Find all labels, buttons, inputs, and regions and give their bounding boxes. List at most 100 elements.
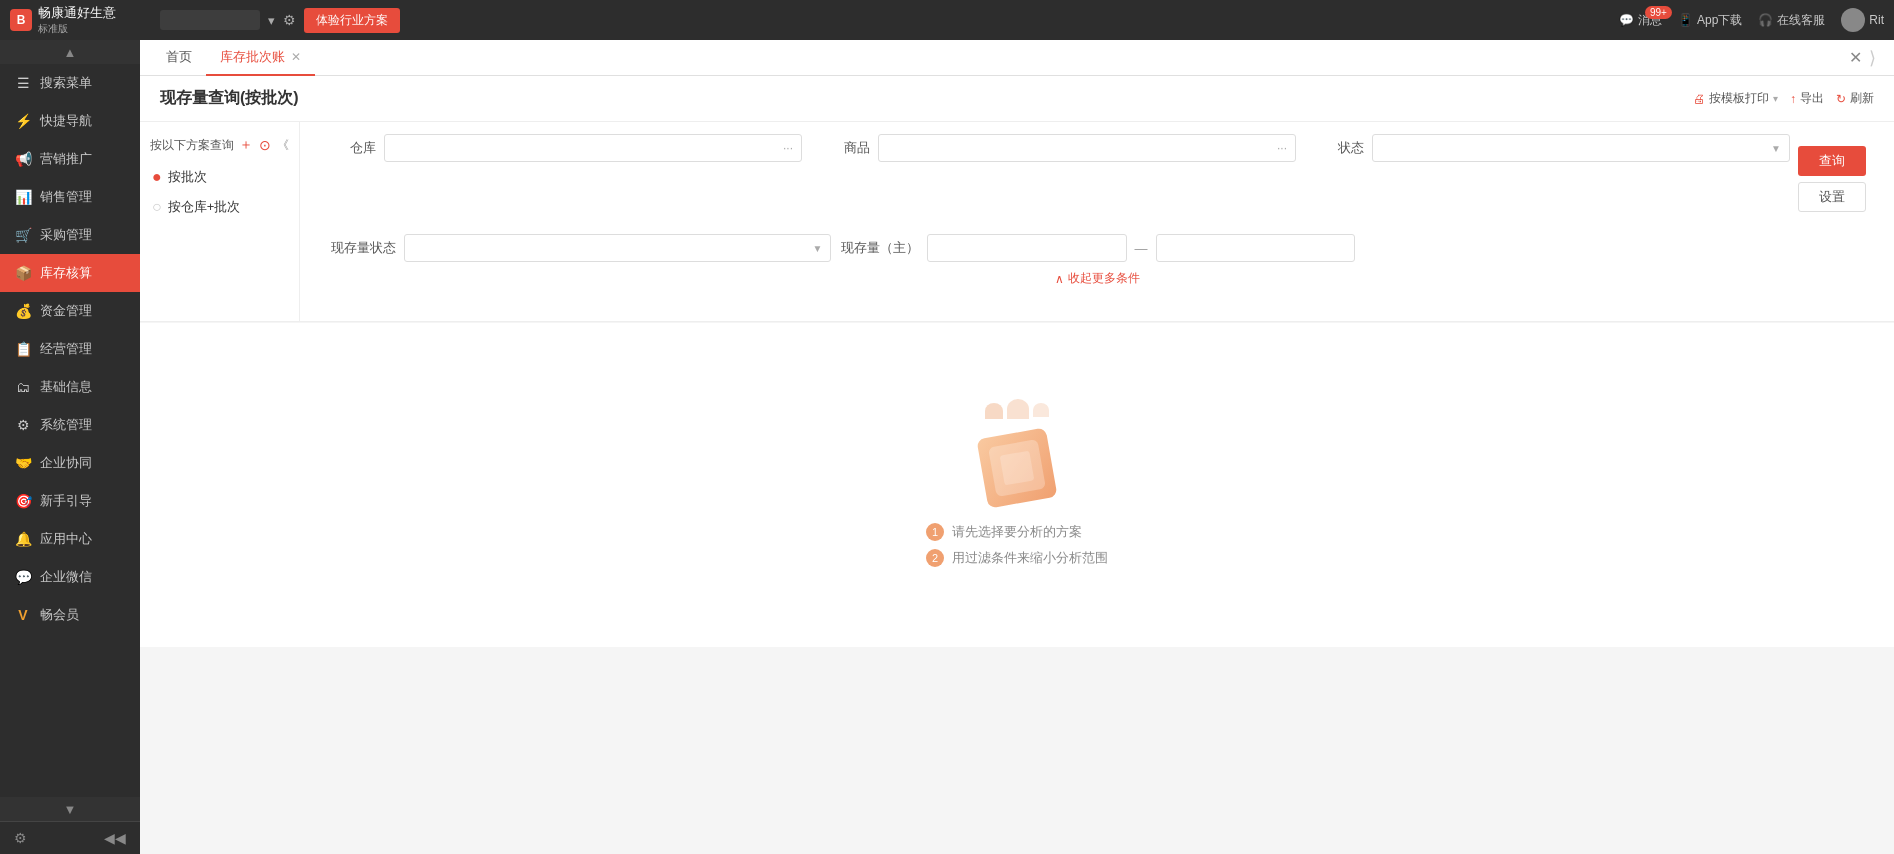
scheme-settings-icon[interactable]: ⊙	[259, 137, 271, 153]
sidebar-label-purchase: 采购管理	[40, 226, 92, 244]
collapse-filters-button[interactable]: ∧ 收起更多条件	[316, 270, 1878, 287]
status-input[interactable]: ▼	[1372, 134, 1790, 162]
refresh-button[interactable]: ↻ 刷新	[1836, 90, 1874, 107]
scheme-warehouse-batch-label: 按仓库+批次	[168, 198, 241, 216]
empty-hint-2: 2 用过滤条件来缩小分析范围	[926, 549, 1108, 567]
print-label: 按模板打印	[1709, 90, 1769, 107]
export-icon: ↑	[1790, 92, 1796, 106]
scheme-item-warehouse-batch[interactable]: ○ 按仓库+批次	[140, 192, 299, 222]
goods-filter: 商品 ···	[810, 134, 1296, 162]
settings-gear-icon[interactable]: ⚙	[283, 12, 296, 28]
collapse-label: 收起更多条件	[1068, 270, 1140, 287]
tab-area-close-icon[interactable]: ✕	[1849, 48, 1862, 67]
sidebar-item-quicknav[interactable]: ⚡ 快捷导航	[0, 102, 140, 140]
sidebar-label-marketing: 营销推广	[40, 150, 92, 168]
sidebar-label-wechat: 企业微信	[40, 568, 92, 586]
sidebar-label-basic: 基础信息	[40, 378, 92, 396]
sidebar-item-inventory[interactable]: 📦 库存核算	[0, 254, 140, 292]
print-icon: 🖨	[1693, 92, 1705, 106]
scheme-add-icon[interactable]: ＋	[239, 136, 253, 154]
tab-home[interactable]: 首页	[152, 40, 206, 76]
message-icon: 💬	[1619, 13, 1634, 27]
online-service-button[interactable]: 🎧 在线客服	[1758, 12, 1825, 29]
sidebar-scroll-up[interactable]: ▲	[0, 40, 140, 64]
smoke-icon	[985, 403, 1049, 419]
avatar	[1841, 8, 1865, 32]
stock-main-separator: —	[1135, 241, 1148, 256]
sidebar-menu: ☰ 搜索菜单 ⚡ 快捷导航 📢 营销推广 📊 销售管理 🛒 采购管理 📦 库	[0, 64, 140, 797]
scheme-panel-header: 按以下方案查询 ＋ ⊙ 《	[140, 132, 299, 162]
scheme-batch-label: 按批次	[168, 168, 207, 186]
sidebar-item-guide[interactable]: 🎯 新手引导	[0, 482, 140, 520]
sidebar-settings-icon[interactable]: ⚙	[14, 830, 27, 846]
stock-status-input[interactable]: ▼	[404, 234, 831, 262]
username-label: Rit	[1869, 13, 1884, 27]
sidebar-item-search[interactable]: ☰ 搜索菜单	[0, 64, 140, 102]
refresh-label: 刷新	[1850, 90, 1874, 107]
sidebar-bottom: ⚙ ◀◀	[0, 821, 140, 854]
app-download-button[interactable]: 📱 App下载	[1678, 12, 1742, 29]
scheme-item-batch[interactable]: ● 按批次	[140, 162, 299, 192]
sidebar-collapse-icon[interactable]: ◀◀	[104, 830, 126, 846]
breadcrumb-dropdown-icon[interactable]: ▾	[268, 13, 275, 28]
sidebar-item-marketing[interactable]: 📢 营销推广	[0, 140, 140, 178]
filter-row-1: 仓库 ··· 商品 ···	[316, 134, 1878, 224]
breadcrumb-input[interactable]	[160, 10, 260, 30]
sidebar-label-search: 搜索菜单	[40, 74, 92, 92]
stock-main-filter: 现存量（主） —	[839, 234, 1354, 262]
status-filter: 状态 ▼	[1304, 134, 1790, 162]
scheme-collapse-icon[interactable]: 《	[277, 137, 289, 154]
sidebar-item-sales[interactable]: 📊 销售管理	[0, 178, 140, 216]
sidebar: ▲ ☰ 搜索菜单 ⚡ 快捷导航 📢 营销推广 📊 销售管理 🛒 采购管理	[0, 40, 140, 854]
sidebar-label-guide: 新手引导	[40, 492, 92, 510]
message-button[interactable]: 💬 消息 99+	[1619, 12, 1662, 29]
online-service-label: 在线客服	[1777, 12, 1825, 29]
hint-text-1: 请先选择要分析的方案	[952, 523, 1082, 541]
sidebar-item-appstore[interactable]: 🔔 应用中心	[0, 520, 140, 558]
sidebar-item-member[interactable]: V 畅会员	[0, 596, 140, 634]
sidebar-label-inventory: 库存核算	[40, 264, 92, 282]
tab-inventory-batch-close-icon[interactable]: ✕	[291, 50, 301, 64]
sidebar-label-operations: 经营管理	[40, 340, 92, 358]
system-icon: ⚙	[14, 416, 32, 434]
stock-status-filter: 现存量状态 ▼	[316, 234, 831, 262]
page-header: 现存量查询(按批次) 🖨 按模板打印 ▾ ↑ 导出 ↻ 刷新	[140, 76, 1894, 122]
sidebar-label-finance: 资金管理	[40, 302, 92, 320]
cube-icon	[976, 427, 1057, 508]
collab-icon: 🤝	[14, 454, 32, 472]
sidebar-item-system[interactable]: ⚙ 系统管理	[0, 406, 140, 444]
basic-icon: 🗂	[14, 378, 32, 396]
filter-row-2: 现存量状态 ▼ 现存量（主） —	[316, 234, 1878, 262]
warehouse-filter: 仓库 ···	[316, 134, 802, 162]
print-button[interactable]: 🖨 按模板打印 ▾	[1693, 90, 1778, 107]
stock-status-dropdown-icon: ▼	[812, 243, 822, 254]
member-icon: V	[14, 606, 32, 624]
export-button[interactable]: ↑ 导出	[1790, 90, 1824, 107]
stock-main-max-input[interactable]	[1156, 234, 1355, 262]
print-dropdown-icon[interactable]: ▾	[1773, 93, 1778, 104]
refresh-icon: ↻	[1836, 92, 1846, 106]
tab-inventory-batch[interactable]: 库存批次账 ✕	[206, 40, 315, 76]
goods-input[interactable]: ···	[878, 134, 1296, 162]
sidebar-scroll-down[interactable]: ▼	[0, 797, 140, 821]
warehouse-label: 仓库	[316, 139, 376, 157]
sidebar-item-finance[interactable]: 💰 资金管理	[0, 292, 140, 330]
settings-button[interactable]: 设置	[1798, 182, 1866, 212]
sidebar-item-wechat[interactable]: 💬 企业微信	[0, 558, 140, 596]
hint-text-2: 用过滤条件来缩小分析范围	[952, 549, 1108, 567]
sidebar-label-sales: 销售管理	[40, 188, 92, 206]
sidebar-item-collab[interactable]: 🤝 企业协同	[0, 444, 140, 482]
user-profile-button[interactable]: Rit	[1841, 8, 1884, 32]
sidebar-item-basic[interactable]: 🗂 基础信息	[0, 368, 140, 406]
filter-fields-area: 仓库 ··· 商品 ···	[300, 122, 1894, 321]
stock-main-min-input[interactable]	[927, 234, 1126, 262]
empty-hint-1: 1 请先选择要分析的方案	[926, 523, 1108, 541]
page-header-actions: 🖨 按模板打印 ▾ ↑ 导出 ↻ 刷新	[1693, 90, 1874, 107]
sidebar-item-operations[interactable]: 📋 经营管理	[0, 330, 140, 368]
query-button[interactable]: 查询	[1798, 146, 1866, 176]
warehouse-input[interactable]: ···	[384, 134, 802, 162]
experience-button[interactable]: 体验行业方案	[304, 8, 400, 33]
resize-handle-icon[interactable]: ⟩	[1862, 47, 1882, 69]
sidebar-item-purchase[interactable]: 🛒 采购管理	[0, 216, 140, 254]
scheme-dot-active-icon: ●	[152, 168, 162, 186]
